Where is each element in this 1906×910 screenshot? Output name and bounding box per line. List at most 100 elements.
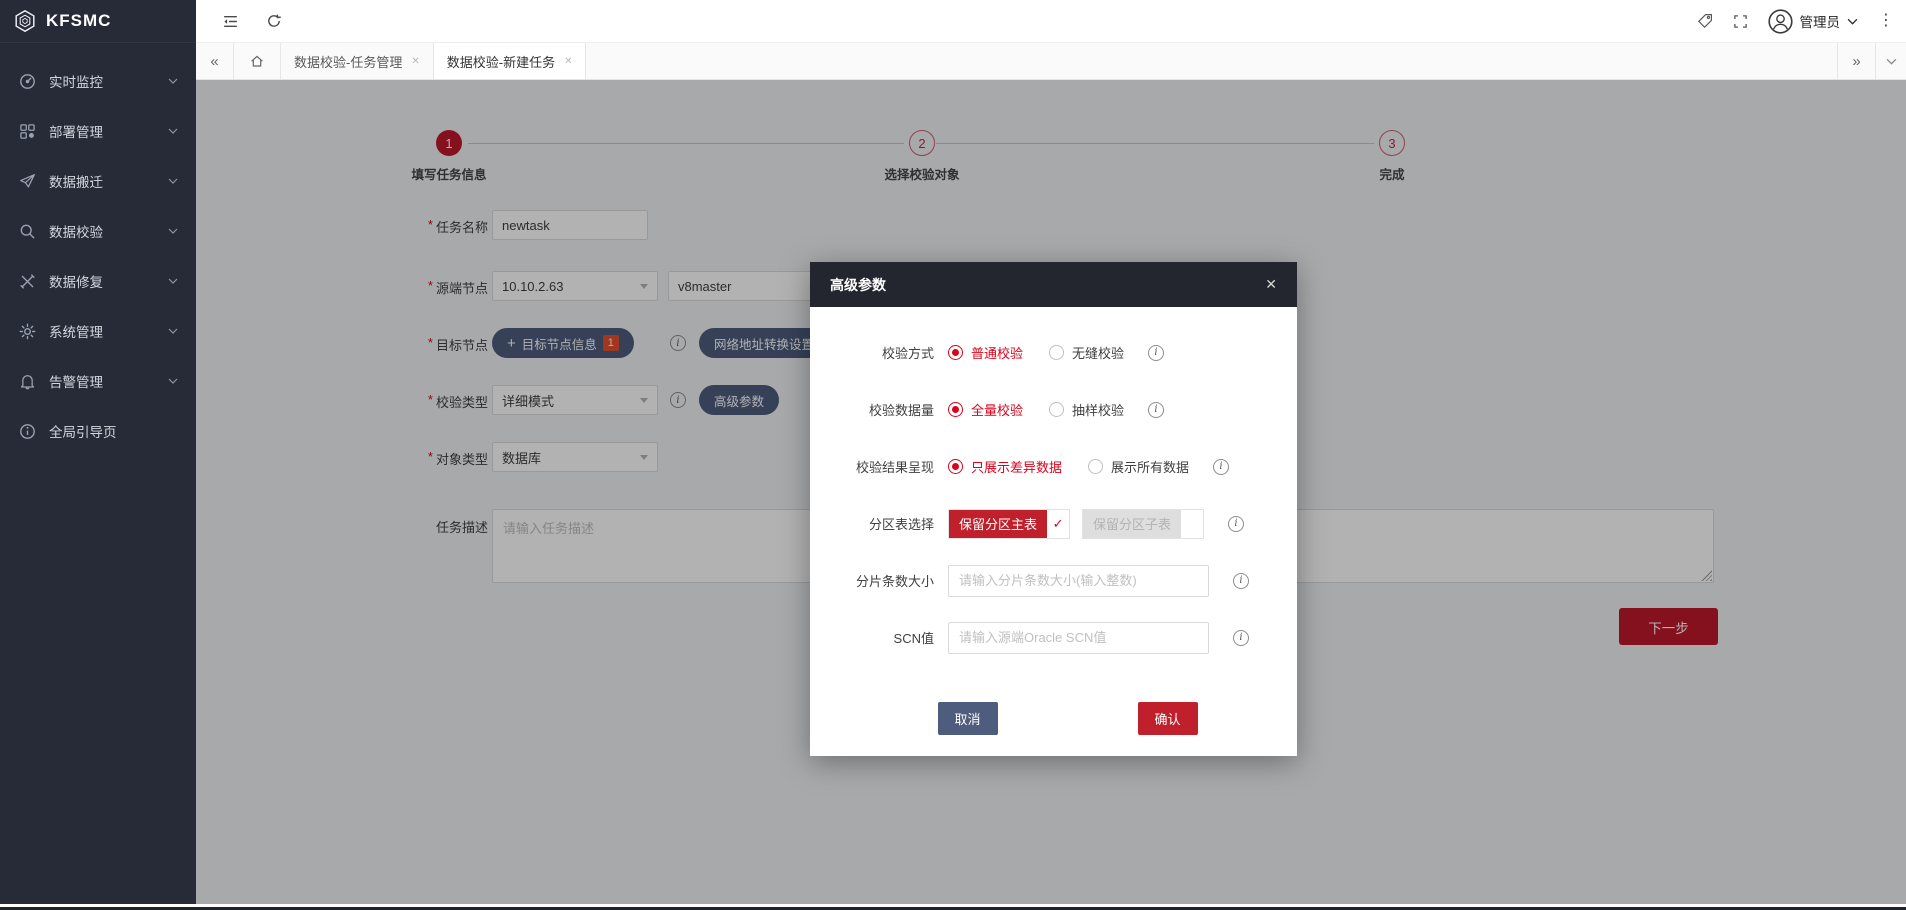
chevron-down-icon [168,228,178,234]
sidebar-item-deploy-management[interactable]: 部署管理 [0,106,196,156]
sidebar-item-label: 部署管理 [49,125,103,140]
data-volume-row: 校验数据量 全量校验 抽样校验 i [810,381,1297,438]
deploy-icon [19,123,36,140]
migrate-icon [19,173,36,190]
home-tab[interactable] [234,43,281,79]
refresh-icon[interactable] [266,13,282,29]
radio-normal-check[interactable]: 普通校验 [948,343,1023,362]
modal-header: 高级参数 ✕ [810,262,1297,307]
sidebar-item-alert-management[interactable]: 告警管理 [0,356,196,406]
info-icon[interactable]: i [1228,515,1245,532]
tabs-expand-right-icon[interactable]: » [1838,43,1876,79]
info-circle-icon [19,423,36,440]
check-icon: ✓ [1047,509,1070,538]
verify-icon [19,223,36,240]
close-icon[interactable]: ✕ [564,56,572,67]
radio-selected-icon [948,345,963,360]
sidebar: KFSMC 实时监控 部署管理 数据搬迁 数据校验 数据修复 系统管理 告警管理… [0,0,196,904]
tab-bar: « 数据校验-任务管理 ✕ 数据校验-新建任务 ✕ » [196,43,1906,80]
chevron-down-icon [1847,18,1858,25]
sidebar-item-label: 告警管理 [49,375,103,390]
check-method-label: 校验方式 [881,346,934,361]
sidebar-item-label: 全局引导页 [49,425,117,440]
top-bar: 管理员 ⋮ [196,0,1906,43]
topbar-left-icons [222,0,282,42]
tag-icon[interactable] [1697,13,1713,29]
modal-body: 校验方式 普通校验 无缝校验 i 校验数据量 全量校验 抽样校验 i 校验结果呈… [810,307,1297,756]
chevron-down-icon [168,278,178,284]
sidebar-item-data-migration[interactable]: 数据搬迁 [0,156,196,206]
sidebar-item-data-repair[interactable]: 数据修复 [0,256,196,306]
avatar [1767,8,1793,34]
sidebar-nav: 实时监控 部署管理 数据搬迁 数据校验 数据修复 系统管理 告警管理 全局引导页 [0,56,196,456]
check-method-row: 校验方式 普通校验 无缝校验 i [810,324,1297,381]
info-icon[interactable]: i [1213,458,1230,475]
user-name: 管理员 [1799,15,1841,30]
radio-sample-check[interactable]: 抽样校验 [1049,400,1124,419]
more-vertical-icon[interactable]: ⋮ [1878,13,1894,29]
data-volume-label: 校验数据量 [868,403,934,418]
radio-all-data[interactable]: 展示所有数据 [1088,457,1189,476]
tabs-collapse-left-icon[interactable]: « [196,43,234,79]
result-display-row: 校验结果呈现 只展示差异数据 展示所有数据 i [810,438,1297,495]
chevron-down-icon [168,78,178,84]
info-icon[interactable]: i [1233,629,1249,646]
modal-title: 高级参数 [830,276,886,293]
radio-seamless-check[interactable]: 无缝校验 [1049,343,1124,362]
radio-full-check[interactable]: 全量校验 [948,400,1023,419]
radio-unselected-icon [1049,402,1065,417]
info-icon[interactable]: i [1148,344,1165,361]
tab-label: 数据校验-新建任务 [446,54,556,70]
advanced-params-modal: 高级参数 ✕ 校验方式 普通校验 无缝校验 i 校验数据量 全量校验 抽样校验 … [810,262,1297,756]
sidebar-item-label: 数据修复 [49,275,103,290]
sidebar-item-label: 数据校验 [49,225,103,240]
radio-diff-only[interactable]: 只展示差异数据 [948,457,1062,476]
partition-table-row: 分区表选择 保留分区主表 ✓ 保留分区子表 i [810,495,1297,552]
home-icon [251,55,263,67]
cancel-button[interactable]: 取消 [937,702,998,735]
info-icon[interactable]: i [1233,572,1249,589]
keep-sub-partition-toggle[interactable]: 保留分区子表 [1082,508,1205,539]
scn-row: SCN值 i [810,609,1297,666]
sidebar-item-label: 系统管理 [49,325,103,340]
sidebar-item-realtime-monitor[interactable]: 实时监控 [0,56,196,106]
topbar-right-icons: 管理员 ⋮ [1697,0,1894,42]
chevron-down-icon [168,328,178,334]
sidebar-item-label: 实时监控 [49,75,103,90]
sidebar-item-data-verification[interactable]: 数据校验 [0,206,196,256]
tab-task-management[interactable]: 数据校验-任务管理 ✕ [281,43,434,79]
tabbar-spacer [586,43,1838,79]
app-title: KFSMC [46,11,112,30]
partition-table-label: 分区表选择 [868,517,934,532]
modal-footer: 取消 确认 [824,702,1311,735]
repair-icon [19,273,36,290]
tabs-menu-chevron-icon[interactable] [1876,43,1906,79]
empty-checkbox [1181,509,1204,538]
chevron-down-icon [168,378,178,384]
result-display-label: 校验结果呈现 [855,460,934,475]
keep-main-partition-toggle[interactable]: 保留分区主表 ✓ [948,508,1071,539]
menu-fold-icon[interactable] [222,13,239,30]
close-icon[interactable]: ✕ [411,56,419,67]
sidebar-item-global-guide[interactable]: 全局引导页 [0,406,196,456]
shard-size-label: 分片条数大小 [855,574,934,589]
shard-size-row: 分片条数大小 i [810,552,1297,609]
monitor-icon [19,73,36,90]
info-icon[interactable]: i [1148,401,1165,418]
chevron-down-icon [168,178,178,184]
chevron-down-icon [168,128,178,134]
shard-size-input[interactable] [948,564,1209,597]
tab-label: 数据校验-任务管理 [294,54,403,70]
sidebar-item-system-management[interactable]: 系统管理 [0,306,196,356]
user-menu[interactable]: 管理员 [1767,8,1859,34]
confirm-button[interactable]: 确认 [1137,702,1198,735]
scn-input[interactable] [948,621,1209,654]
close-icon[interactable]: ✕ [1265,276,1277,293]
radio-selected-icon [948,402,963,417]
fullscreen-icon[interactable] [1733,14,1748,29]
app-logo: KFSMC [0,0,196,43]
radio-selected-icon [948,459,963,474]
bell-icon [19,373,36,390]
gear-icon [19,323,36,340]
tab-new-task[interactable]: 数据校验-新建任务 ✕ [433,43,587,79]
